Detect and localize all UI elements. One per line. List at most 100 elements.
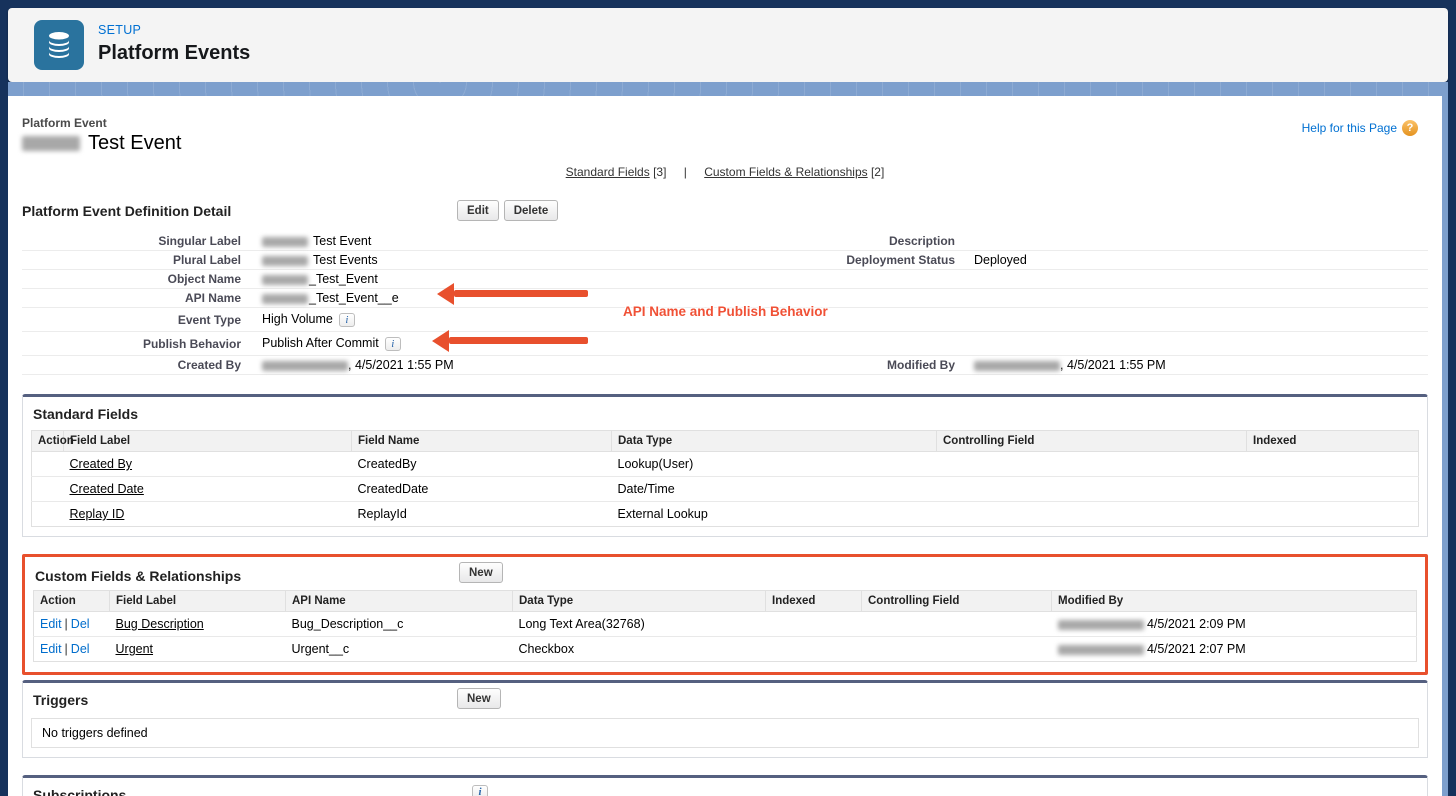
- field-link[interactable]: Bug Description: [116, 617, 204, 631]
- modified-by-cell: 4/5/2021 2:07 PM: [1052, 637, 1417, 662]
- new-custom-field-button[interactable]: New: [459, 562, 503, 583]
- page-title-text: Test Event: [88, 132, 181, 155]
- redacted-text: [974, 361, 1060, 371]
- col-modified-by: Modified By: [1052, 591, 1417, 612]
- main-content: Help for this Page ? Platform Event Test…: [8, 96, 1442, 796]
- redacted-text: [262, 294, 308, 304]
- edit-link[interactable]: Edit: [40, 642, 62, 656]
- redacted-text: [262, 275, 308, 285]
- platform-events-icon: [34, 20, 84, 70]
- nav-custom-fields-link[interactable]: Custom Fields & Relationships: [704, 165, 867, 179]
- help-link[interactable]: Help for this Page: [1302, 121, 1397, 135]
- detail-row-created-by: Created By , 4/5/2021 1:55 PM Modified B…: [22, 356, 1428, 375]
- col-field-label: Field Label: [64, 431, 352, 452]
- col-field-label: Field Label: [110, 591, 286, 612]
- custom-fields-table: Action Field Label API Name Data Type In…: [33, 590, 1417, 662]
- custom-fields-heading: Custom Fields & Relationships: [35, 568, 241, 584]
- col-action: Action: [32, 431, 64, 452]
- del-link[interactable]: Del: [71, 642, 90, 656]
- action-cell: Edit|Del: [34, 637, 110, 662]
- triggers-heading-row: Triggers New: [23, 683, 1427, 716]
- subscriptions-heading-row: Subscriptions i: [23, 778, 1427, 796]
- nav-standard-fields-link[interactable]: Standard Fields: [566, 165, 650, 179]
- annotation-text: API Name and Publish Behavior: [623, 304, 828, 319]
- page-header-title: Platform Events: [98, 42, 250, 65]
- field-label: Modified By: [712, 358, 974, 372]
- background-strip: [1442, 96, 1448, 796]
- object-name-value: _Test_Event: [262, 272, 712, 286]
- triggers-section: Triggers New No triggers defined: [22, 680, 1428, 758]
- detail-row-plural-label: Plural Label Test Events Deployment Stat…: [22, 251, 1428, 270]
- field-label: Created By: [22, 358, 262, 372]
- detail-row-singular-label: Singular Label Test Event Description: [22, 232, 1428, 251]
- page-title: Test Event: [22, 132, 1428, 155]
- col-action: Action: [34, 591, 110, 612]
- nav-custom-fields-count: [2]: [871, 165, 884, 179]
- edit-link[interactable]: Edit: [40, 617, 62, 631]
- custom-fields-section: Custom Fields & Relationships New Action…: [25, 557, 1425, 672]
- field-label: Singular Label: [22, 234, 262, 248]
- modified-by-value: , 4/5/2021 1:55 PM: [974, 358, 1428, 372]
- subscriptions-heading: Subscriptions: [33, 787, 126, 796]
- detail-heading: Platform Event Definition Detail: [22, 203, 1428, 219]
- field-label: Deployment Status: [712, 253, 974, 267]
- modified-by-cell: 4/5/2021 2:09 PM: [1052, 612, 1417, 637]
- custom-fields-heading-row: Custom Fields & Relationships New: [25, 557, 1425, 590]
- col-controlling-field: Controlling Field: [862, 591, 1052, 612]
- delete-button[interactable]: Delete: [504, 200, 559, 221]
- title-block: Platform Event Test Event: [22, 116, 1428, 155]
- annotation-arrow-publish-behavior: [449, 337, 588, 344]
- field-label: Description: [712, 234, 974, 248]
- table-row: Edit|Del Bug Description Bug_Description…: [34, 612, 1417, 637]
- nav-standard-fields-count: [3]: [653, 165, 666, 179]
- detail-grid: Singular Label Test Event Description Pl…: [22, 232, 1428, 375]
- field-label: Plural Label: [22, 253, 262, 267]
- redacted-text: [1058, 645, 1144, 655]
- background-band: [8, 82, 1448, 96]
- redacted-text: [262, 361, 348, 371]
- col-api-name: API Name: [286, 591, 513, 612]
- table-row: Created By CreatedBy Lookup(User): [32, 452, 1419, 477]
- singular-label-value: Test Event: [262, 234, 712, 248]
- setup-breadcrumb[interactable]: SETUP: [98, 23, 141, 37]
- redacted-text: [262, 237, 308, 247]
- field-link[interactable]: Created By: [70, 457, 133, 471]
- col-data-type: Data Type: [513, 591, 766, 612]
- table-row: Edit|Del Urgent Urgent__c Checkbox 4/5/2…: [34, 637, 1417, 662]
- col-controlling-field: Controlling Field: [937, 431, 1247, 452]
- subscriptions-section: Subscriptions i Subscriber Last Processe…: [22, 775, 1428, 796]
- standard-fields-table-wrap: Action Field Label Field Name Data Type …: [31, 430, 1419, 527]
- field-label: Publish Behavior: [22, 337, 262, 351]
- standard-fields-heading: Standard Fields: [23, 397, 1427, 430]
- field-link[interactable]: Replay ID: [70, 507, 125, 521]
- help-row: Help for this Page ?: [1302, 120, 1418, 136]
- info-icon[interactable]: i: [339, 313, 355, 327]
- detail-buttons: Edit Delete: [457, 200, 558, 221]
- setup-header: SETUP Platform Events: [8, 8, 1448, 82]
- info-icon[interactable]: i: [472, 785, 488, 796]
- deployment-status-value: Deployed: [974, 253, 1428, 267]
- field-label: Event Type: [22, 313, 262, 327]
- info-icon[interactable]: i: [385, 337, 401, 351]
- database-icon: [44, 30, 74, 60]
- redacted-title-prefix: [22, 136, 80, 151]
- help-question-icon[interactable]: ?: [1402, 120, 1418, 136]
- triggers-heading: Triggers: [33, 692, 88, 708]
- created-by-value: , 4/5/2021 1:55 PM: [262, 358, 712, 372]
- entity-type-label: Platform Event: [22, 116, 1428, 130]
- edit-button[interactable]: Edit: [457, 200, 499, 221]
- annotation-arrow-api-name: [454, 290, 588, 297]
- field-link[interactable]: Urgent: [116, 642, 154, 656]
- field-link[interactable]: Created Date: [70, 482, 144, 496]
- redacted-text: [1058, 620, 1144, 630]
- table-header-row: Action Field Label API Name Data Type In…: [34, 591, 1417, 612]
- section-nav: Standard Fields [3] | Custom Fields & Re…: [22, 165, 1428, 179]
- standard-fields-section: Standard Fields Action Field Label Field…: [22, 394, 1428, 537]
- plural-label-value: Test Events: [262, 253, 712, 267]
- standard-fields-table: Action Field Label Field Name Data Type …: [31, 430, 1419, 527]
- new-trigger-button[interactable]: New: [457, 688, 501, 709]
- del-link[interactable]: Del: [71, 617, 90, 631]
- table-row: Replay ID ReplayId External Lookup: [32, 502, 1419, 527]
- detail-row-object-name: Object Name _Test_Event: [22, 270, 1428, 289]
- col-field-name: Field Name: [352, 431, 612, 452]
